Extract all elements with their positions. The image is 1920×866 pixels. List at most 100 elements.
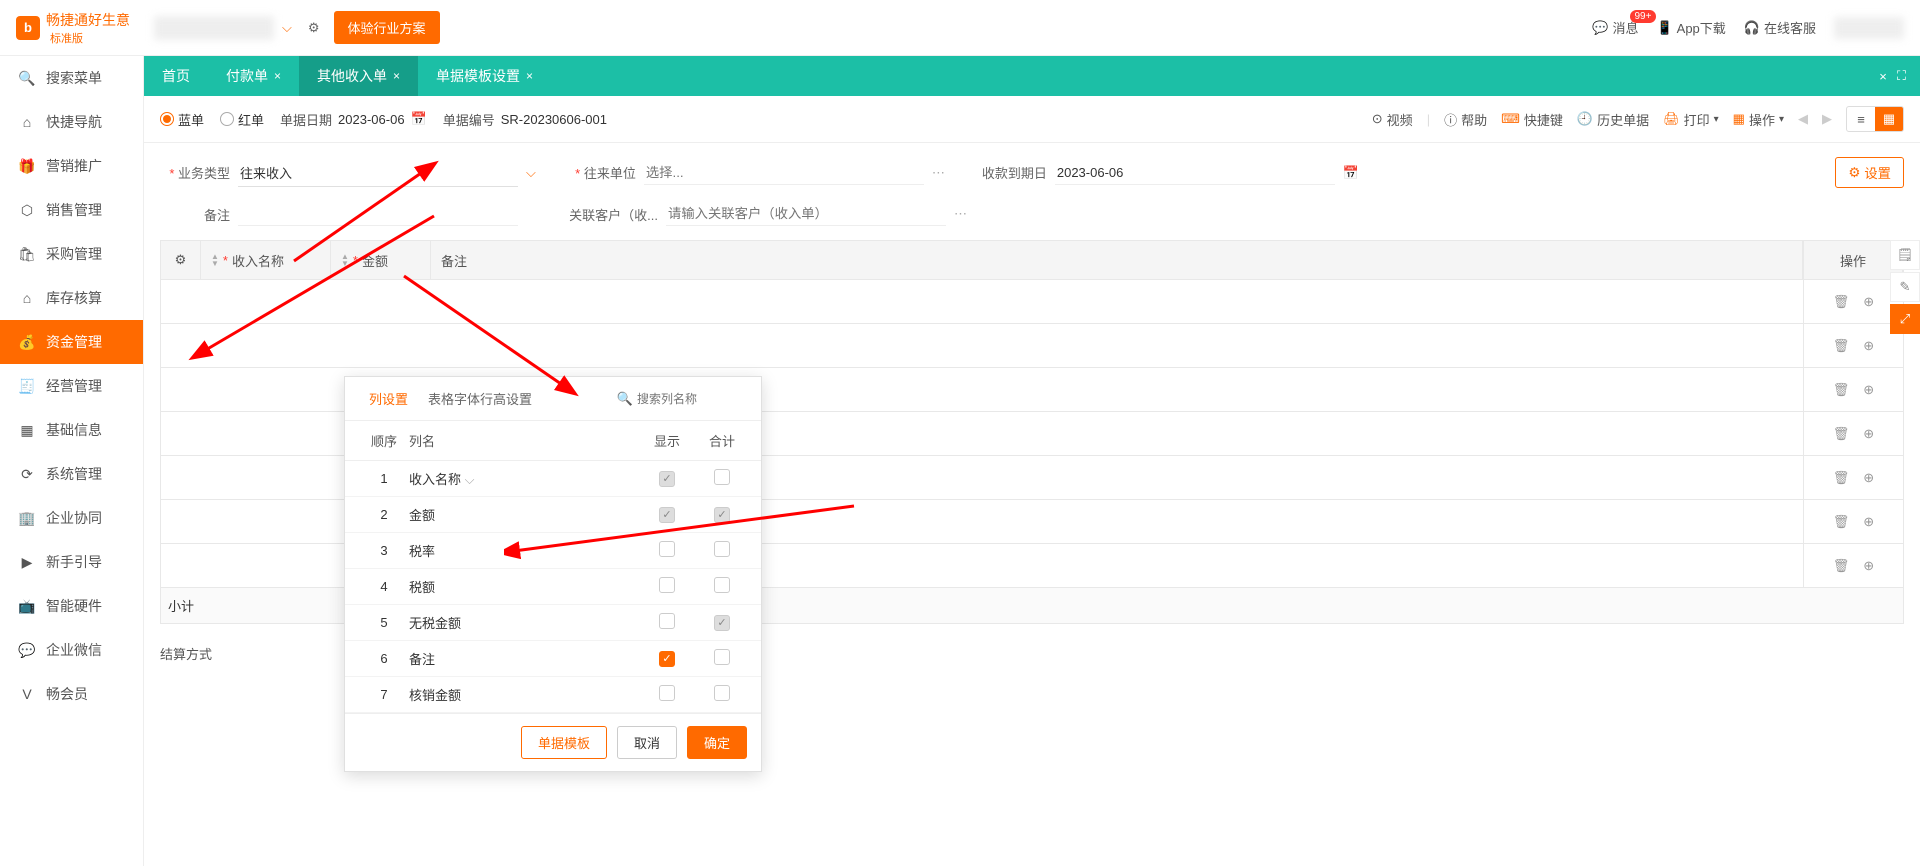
delete-icon[interactable]: 🗑	[1833, 426, 1850, 442]
copy-icon[interactable]: ⊕	[1863, 294, 1874, 310]
close-icon[interactable]: ×	[393, 69, 400, 83]
sidebar-item-operation[interactable]: 🧾经营管理	[0, 364, 143, 408]
checkbox-show[interactable]	[659, 507, 675, 523]
prev-icon[interactable]: ◀	[1798, 111, 1808, 127]
dock-expand-icon[interactable]: ⤢	[1890, 304, 1920, 334]
content: 蓝单 红单 单据日期 2023-06-06 📅 单据编号 SR-20230606…	[144, 96, 1920, 866]
user-avatar-blur[interactable]	[1834, 17, 1904, 39]
checkbox-sum[interactable]	[714, 615, 730, 631]
btn-template[interactable]: 单据模板	[521, 726, 607, 759]
ops-link[interactable]: ▦操作▾	[1733, 110, 1784, 129]
checkbox-show[interactable]	[659, 471, 675, 487]
table-row[interactable]: 🗑⊕	[160, 280, 1904, 324]
unit-input[interactable]	[644, 161, 924, 185]
checkbox-show[interactable]	[659, 651, 675, 667]
copy-icon[interactable]: ⊕	[1863, 558, 1874, 574]
sidebar-item-quicknav[interactable]: ⌂快捷导航	[0, 100, 143, 144]
checkbox-show[interactable]	[659, 613, 675, 629]
settings-button[interactable]: ⚙设置	[1835, 157, 1904, 188]
delete-icon[interactable]: 🗑	[1833, 294, 1850, 310]
th-amount[interactable]: ▲▼*金额	[331, 241, 431, 279]
bill-date-value[interactable]: 2023-06-06	[338, 112, 405, 127]
fullscreen-icon[interactable]: ⛶	[1897, 68, 1906, 84]
note-input[interactable]	[238, 202, 518, 226]
help-link[interactable]: ⓘ帮助	[1444, 110, 1487, 129]
checkbox-show[interactable]	[659, 685, 675, 701]
video-link[interactable]: ⊙视频	[1372, 110, 1413, 129]
next-icon[interactable]: ▶	[1822, 111, 1832, 127]
dock-note-icon[interactable]: 🗒	[1890, 240, 1920, 270]
sidebar-item-purchase[interactable]: 🛍采购管理	[0, 232, 143, 276]
app-download-link[interactable]: 📱 App下载	[1656, 18, 1725, 37]
tab-payment[interactable]: 付款单×	[208, 56, 299, 96]
biztype-input[interactable]: 往来收入	[238, 159, 518, 187]
delete-icon[interactable]: 🗑	[1833, 338, 1850, 354]
settings-icon[interactable]: ⚙	[308, 20, 320, 36]
sidebar-item-search[interactable]: 🔍搜索菜单	[0, 56, 143, 100]
delete-icon[interactable]: 🗑	[1833, 470, 1850, 486]
delete-icon[interactable]: 🗑	[1833, 382, 1850, 398]
delete-icon[interactable]: 🗑	[1833, 558, 1850, 574]
sidebar-item-wechat[interactable]: 💬企业微信	[0, 628, 143, 672]
popup-search-input[interactable]	[637, 392, 737, 406]
copy-icon[interactable]: ⊕	[1863, 382, 1874, 398]
tab-template[interactable]: 单据模板设置×	[418, 56, 551, 96]
radio-blue[interactable]: 蓝单	[160, 110, 204, 129]
checkbox-sum[interactable]	[714, 541, 730, 557]
messages-link[interactable]: 💬 消息 99+	[1592, 18, 1638, 37]
row-name: 金额	[409, 505, 637, 524]
dock-edit-icon[interactable]: ✎	[1890, 272, 1920, 302]
table-row[interactable]: 🗑⊕	[160, 324, 1904, 368]
checkbox-sum[interactable]	[714, 685, 730, 701]
sidebar-item-funds[interactable]: 💰资金管理	[0, 320, 143, 364]
sidebar-item-stock[interactable]: ⌂库存核算	[0, 276, 143, 320]
shortcut-link[interactable]: ⌨快捷键	[1501, 110, 1563, 129]
checkbox-sum[interactable]	[714, 507, 730, 523]
th-settings[interactable]: ⚙	[161, 241, 201, 279]
tab-otherincome[interactable]: 其他收入单×	[299, 56, 418, 96]
sidebar-item-sales[interactable]: ⬡销售管理	[0, 188, 143, 232]
btn-cancel[interactable]: 取消	[617, 726, 677, 759]
radio-red[interactable]: 红单	[220, 110, 264, 129]
due-input[interactable]: 2023-06-06	[1055, 161, 1335, 185]
calendar-icon[interactable]: 📅	[411, 111, 427, 127]
relcust-input[interactable]	[666, 202, 946, 226]
trial-button[interactable]: 体验行业方案	[334, 11, 440, 44]
btn-confirm[interactable]: 确定	[687, 726, 747, 759]
print-link[interactable]: 🖨打印▾	[1663, 110, 1719, 129]
org-dropdown-icon[interactable]: ⌵	[282, 20, 292, 36]
online-service-link[interactable]: 🎧 在线客服	[1744, 18, 1816, 37]
sidebar-item-basicinfo[interactable]: ▦基础信息	[0, 408, 143, 452]
sidebar-item-hardware[interactable]: 📺智能硬件	[0, 584, 143, 628]
copy-icon[interactable]: ⊕	[1863, 426, 1874, 442]
view-list-button[interactable]: ≡	[1847, 107, 1875, 131]
ptab-columns[interactable]: 列设置	[359, 377, 418, 420]
ellipsis-icon[interactable]: ⋯	[932, 165, 947, 181]
copy-icon[interactable]: ⊕	[1863, 514, 1874, 530]
checkbox-sum[interactable]	[714, 577, 730, 593]
chevron-down-icon[interactable]: ⌵	[465, 472, 475, 487]
checkbox-sum[interactable]	[714, 649, 730, 665]
delete-icon[interactable]: 🗑	[1833, 514, 1850, 530]
sidebar-item-system[interactable]: ⟳系统管理	[0, 452, 143, 496]
ptab-rowheight[interactable]: 表格字体行高设置	[418, 377, 542, 420]
chevron-down-icon[interactable]: ⌵	[526, 165, 536, 181]
ellipsis-icon[interactable]: ⋯	[954, 206, 969, 222]
sidebar-item-marketing[interactable]: 🎁营销推广	[0, 144, 143, 188]
checkbox-show[interactable]	[659, 577, 675, 593]
sidebar-item-enterprise[interactable]: 🏢企业协同	[0, 496, 143, 540]
close-icon[interactable]: ×	[526, 69, 533, 83]
close-icon[interactable]: ×	[274, 69, 281, 83]
checkbox-show[interactable]	[659, 541, 675, 557]
calendar-icon[interactable]: 📅	[1343, 165, 1359, 181]
sidebar-item-member[interactable]: V畅会员	[0, 672, 143, 716]
copy-icon[interactable]: ⊕	[1863, 338, 1874, 354]
copy-icon[interactable]: ⊕	[1863, 470, 1874, 486]
tabs-close-icon[interactable]: ×	[1879, 69, 1887, 84]
history-link[interactable]: 🕘历史单据	[1577, 110, 1649, 129]
view-grid-button[interactable]: ▦	[1875, 107, 1903, 131]
th-income-name[interactable]: ▲▼*收入名称	[201, 241, 331, 279]
checkbox-sum[interactable]	[714, 469, 730, 485]
sidebar-item-guide[interactable]: ▶新手引导	[0, 540, 143, 584]
tab-home[interactable]: 首页	[144, 56, 208, 96]
